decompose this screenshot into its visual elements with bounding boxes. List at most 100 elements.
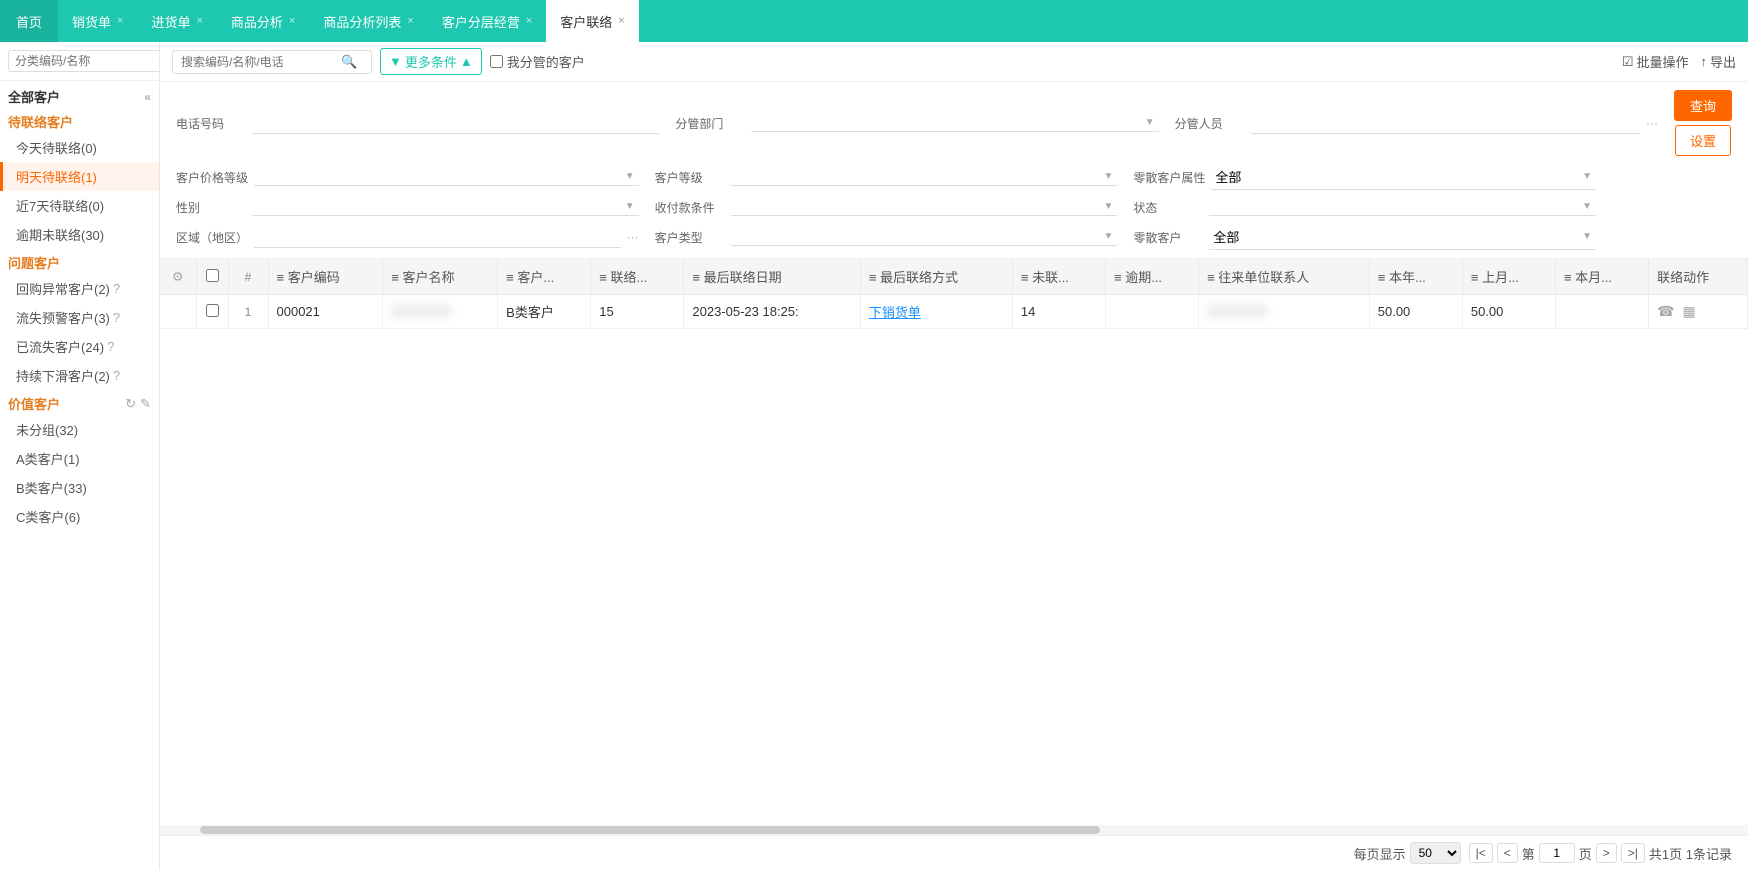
filter-row-1: 电话号码 分管部门 ▼ 分管人员 ··· 查询 设置 (176, 90, 1732, 156)
person-input[interactable] (1251, 113, 1640, 134)
close-product-analysis-list-icon[interactable]: × (407, 15, 413, 27)
select-all-checkbox[interactable] (206, 269, 219, 282)
prev-page-button[interactable]: < (1497, 843, 1518, 863)
filter-price-grade: 客户价格等级 ▼ (176, 168, 639, 186)
last-page-button[interactable]: >| (1621, 843, 1645, 863)
export-button[interactable]: ↑ 导出 (1700, 52, 1736, 71)
col-this-year: ≡ 本年... (1369, 259, 1462, 295)
contact-icon[interactable]: ☎ (1657, 303, 1674, 320)
sidebar-item-a-class[interactable]: A类客户(1) (0, 444, 159, 473)
close-sales-order-icon[interactable]: × (117, 15, 123, 27)
person-dots-icon[interactable]: ··· (1646, 116, 1658, 130)
col-customer-name: ≡ 客户名称 (383, 259, 498, 295)
sidebar-item-overdue-contact[interactable]: 逾期未联络(30) (0, 220, 159, 249)
sidebar-item-ungrouped[interactable]: 未分组(32) (0, 415, 159, 444)
batch-operation-button[interactable]: ☑ 批量操作 (1622, 52, 1689, 71)
per-page-select[interactable]: 50 100 200 (1410, 842, 1461, 864)
dept-select[interactable]: ▼ (751, 114, 1158, 132)
row-uncontacted: 14 (1012, 295, 1105, 329)
edit-icon[interactable]: ✎ (140, 396, 151, 412)
status-chevron-icon: ▼ (1582, 201, 1592, 212)
sidebar-item-churned[interactable]: 已流失客户(24) ? (0, 332, 159, 361)
col-checkbox (196, 259, 228, 295)
col-customer-code: ≡ 客户编码 (268, 259, 383, 295)
nav-customer-stratification[interactable]: 客户分层经营 × (428, 0, 546, 42)
col-action: 联络动作 (1649, 259, 1748, 295)
sidebar-item-tomorrow-contact[interactable]: 明天待联络(1) (0, 162, 159, 191)
next-page-button[interactable]: > (1596, 843, 1617, 863)
my-customers-filter: 我分管的客户 (490, 52, 585, 71)
row-this-month (1555, 295, 1648, 329)
col-last-contact-date: ≡ 最后联络日期 (684, 259, 860, 295)
set-button[interactable]: 设置 (1675, 125, 1731, 156)
collapse-icon[interactable]: « (144, 90, 151, 104)
customer-type-select[interactable]: ▼ (731, 228, 1118, 246)
row-customer-name (383, 295, 498, 329)
page-number-input[interactable] (1539, 843, 1575, 863)
query-btn-group: 查询 设置 (1674, 90, 1732, 156)
phone-input[interactable] (252, 113, 659, 134)
col-customer-type: ≡ 客户... (498, 259, 591, 295)
retail-attr-chevron-icon: ▼ (1582, 171, 1592, 182)
row-contact-count: 15 (591, 295, 684, 329)
query-button[interactable]: 查询 (1674, 90, 1732, 121)
sidebar-all-customers[interactable]: 全部客户 « (0, 81, 159, 108)
row-gear (160, 295, 196, 329)
qr-icon[interactable]: ▦ (1683, 303, 1696, 320)
filter-customer-grade: 客户等级 ▼ (655, 168, 1118, 186)
sidebar-item-declining[interactable]: 持续下滑客户(2) ? (0, 361, 159, 390)
nav-purchase-order[interactable]: 进货单 × (137, 0, 216, 42)
sidebar-item-7days-contact[interactable]: 近7天待联络(0) (0, 191, 159, 220)
retail-customer-select[interactable]: 全部 ▼ (1209, 224, 1596, 250)
refresh-icon[interactable]: ↻ (125, 396, 136, 412)
close-customer-stratification-icon[interactable]: × (526, 15, 532, 27)
nav-customer-contact[interactable]: 客户联络 × (546, 0, 638, 42)
row-action: ☎ ▦ (1649, 295, 1748, 329)
horizontal-scrollbar[interactable] (160, 825, 1748, 835)
sidebar-item-c-class[interactable]: C类客户(6) (0, 502, 159, 531)
toolbar: 🔍 ▼ 更多条件 ▲ 我分管的客户 ☑ 批量操作 ↑ 导出 (160, 42, 1748, 82)
customers-table: ⚙ # ≡ 客户编码 ≡ 客户名称 (160, 259, 1748, 329)
sidebar-item-b-class[interactable]: B类客户(33) (0, 473, 159, 502)
close-purchase-order-icon[interactable]: × (196, 15, 202, 27)
sidebar-search-input[interactable] (8, 50, 160, 72)
row-customer-code: 000021 (268, 295, 383, 329)
close-product-analysis-icon[interactable]: × (289, 15, 295, 27)
more-filters-button[interactable]: ▼ 更多条件 ▲ (380, 48, 482, 75)
nav-product-analysis-list[interactable]: 商品分析列表 × (309, 0, 427, 42)
sidebar-item-churn-warning[interactable]: 流失预警客户(3) ? (0, 303, 159, 332)
search-icon[interactable]: 🔍 (341, 54, 357, 70)
retail-attr-select[interactable]: 全部 ▼ (1211, 164, 1596, 190)
first-page-button[interactable]: |< (1469, 843, 1493, 863)
row-select-checkbox[interactable] (206, 304, 219, 317)
sidebar-item-repurchase-anomaly[interactable]: 回购异常客户(2) ? (0, 274, 159, 303)
col-uncontacted: ≡ 未联... (1012, 259, 1105, 295)
nav-product-analysis[interactable]: 商品分析 × (217, 0, 309, 42)
close-customer-contact-icon[interactable]: × (618, 15, 624, 27)
settings-icon[interactable]: ⚙ (172, 269, 184, 284)
my-customers-checkbox[interactable] (490, 55, 503, 68)
filter-dept: 分管部门 ▼ (675, 114, 1158, 132)
sidebar-item-today-contact[interactable]: 今天待联络(0) (0, 133, 159, 162)
scrollbar-thumb[interactable] (200, 826, 1100, 834)
sidebar: 🔍 全部客户 « 待联络客户 今天待联络(0) 明天待联络(1) 近7天待联络(… (0, 42, 160, 870)
content-area: 🔍 ▼ 更多条件 ▲ 我分管的客户 ☑ 批量操作 ↑ 导出 (160, 42, 1748, 870)
status-select[interactable]: ▼ (1209, 198, 1596, 216)
col-index: # (228, 259, 268, 295)
customer-grade-select[interactable]: ▼ (731, 168, 1118, 186)
nav-home[interactable]: 首页 (0, 0, 58, 42)
row-overdue (1105, 295, 1198, 329)
sidebar-value-header: 价值客户 ↻ ✎ (0, 390, 159, 415)
row-customer-type: B类客户 (498, 295, 591, 329)
row-last-month: 50.00 (1462, 295, 1555, 329)
row-this-year: 50.00 (1369, 295, 1462, 329)
gender-select[interactable]: ▼ (252, 198, 639, 216)
region-dots-icon[interactable]: ··· (627, 230, 639, 244)
search-input[interactable] (181, 55, 341, 69)
payment-select[interactable]: ▼ (731, 198, 1118, 216)
price-grade-select[interactable]: ▼ (254, 168, 639, 186)
sidebar-value-icons: ↻ ✎ (125, 396, 151, 412)
region-input[interactable] (254, 227, 621, 248)
nav-sales-order[interactable]: 销货单 × (58, 0, 137, 42)
sidebar-problem-header: 问题客户 (0, 249, 159, 274)
